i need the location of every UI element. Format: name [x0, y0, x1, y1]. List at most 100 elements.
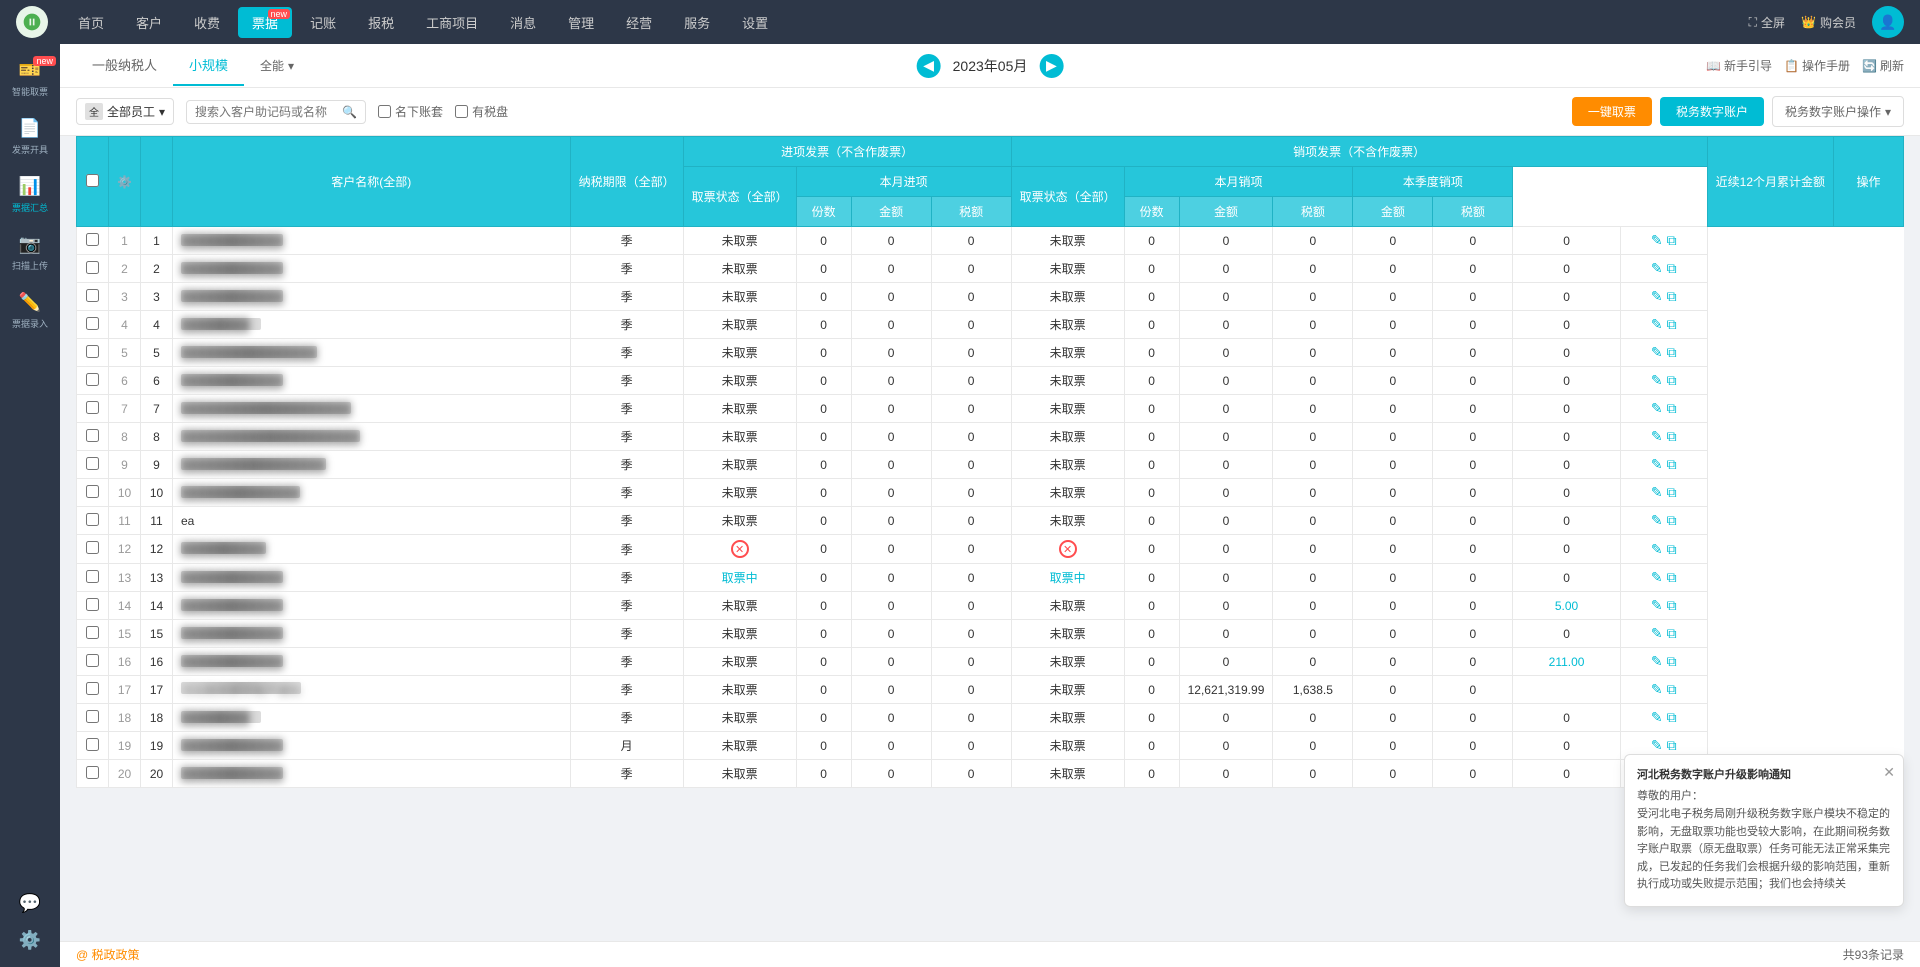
edit-icon[interactable]: ✎ [1651, 681, 1663, 698]
edit-icon[interactable]: ✎ [1651, 653, 1663, 670]
row-checkbox[interactable] [77, 227, 109, 255]
sidebar-item-scan[interactable]: 📷 扫描上传 [0, 226, 60, 280]
row-checkbox-input[interactable] [86, 598, 99, 611]
copy-icon[interactable]: ⧉ [1667, 541, 1677, 558]
checkbox-account-input[interactable] [378, 105, 391, 118]
edit-icon[interactable]: ✎ [1651, 260, 1663, 277]
row-checkbox[interactable] [77, 564, 109, 592]
copy-icon[interactable]: ⧉ [1667, 260, 1677, 277]
tab-all[interactable]: 全能 ▾ [244, 47, 310, 84]
row-checkbox[interactable] [77, 592, 109, 620]
row-checkbox-input[interactable] [86, 401, 99, 414]
row-checkbox[interactable] [77, 704, 109, 732]
settings-icon[interactable]: ⚙️ [117, 175, 132, 189]
nav-operation[interactable]: 经营 [612, 7, 666, 38]
search-box[interactable]: 🔍 [186, 100, 366, 124]
row-checkbox[interactable] [77, 732, 109, 760]
nav-home[interactable]: 首页 [64, 7, 118, 38]
nav-client[interactable]: 客户 [122, 7, 176, 38]
row-checkbox-input[interactable] [86, 513, 99, 526]
tax-ops-btn[interactable]: 税务数字账户操作 ▾ [1772, 96, 1904, 127]
tab-general[interactable]: 一般纳税人 [76, 45, 173, 86]
nav-settings[interactable]: 设置 [728, 7, 782, 38]
edit-icon[interactable]: ✎ [1651, 372, 1663, 389]
employee-filter[interactable]: 全 全部员工 ▾ [76, 98, 174, 125]
nav-service[interactable]: 服务 [670, 7, 724, 38]
nav-invoice[interactable]: 票据 new [238, 7, 292, 38]
manual-btn[interactable]: 📋 操作手册 [1784, 57, 1850, 74]
sidebar-item-open-invoice[interactable]: 📄 发票开具 [0, 110, 60, 164]
row-checkbox-input[interactable] [86, 261, 99, 274]
copy-icon[interactable]: ⧉ [1667, 372, 1677, 389]
sidebar-item-chat[interactable]: 💬 [15, 885, 45, 922]
edit-icon[interactable]: ✎ [1651, 737, 1663, 754]
copy-icon[interactable]: ⧉ [1667, 344, 1677, 361]
nav-message[interactable]: 消息 [496, 7, 550, 38]
row-checkbox-input[interactable] [86, 289, 99, 302]
sidebar-item-entry[interactable]: ✏️ 票据录入 [0, 284, 60, 338]
edit-icon[interactable]: ✎ [1651, 400, 1663, 417]
prev-month-btn[interactable]: ◀ [917, 54, 941, 78]
member-btn[interactable]: 👑 购会员 [1801, 14, 1856, 31]
tax-account-btn[interactable]: 税务数字账户 [1660, 97, 1764, 126]
row-checkbox[interactable] [77, 311, 109, 339]
row-checkbox[interactable] [77, 760, 109, 788]
copy-icon[interactable]: ⧉ [1667, 625, 1677, 642]
row-checkbox-input[interactable] [86, 317, 99, 330]
one-click-btn[interactable]: 一键取票 [1572, 97, 1652, 126]
nav-business[interactable]: 工商项目 [412, 7, 492, 38]
edit-icon[interactable]: ✎ [1651, 597, 1663, 614]
checkbox-account[interactable]: 名下账套 [378, 103, 443, 120]
edit-icon[interactable]: ✎ [1651, 232, 1663, 249]
copy-icon[interactable]: ⧉ [1667, 653, 1677, 670]
edit-icon[interactable]: ✎ [1651, 709, 1663, 726]
copy-icon[interactable]: ⧉ [1667, 512, 1677, 529]
row-checkbox[interactable] [77, 507, 109, 535]
copy-icon[interactable]: ⧉ [1667, 709, 1677, 726]
row-checkbox[interactable] [77, 451, 109, 479]
row-checkbox-input[interactable] [86, 570, 99, 583]
copy-icon[interactable]: ⧉ [1667, 316, 1677, 333]
edit-icon[interactable]: ✎ [1651, 625, 1663, 642]
user-avatar[interactable]: 👤 [1872, 6, 1904, 38]
nav-bookkeeping[interactable]: 记账 [296, 7, 350, 38]
copy-icon[interactable]: ⧉ [1667, 456, 1677, 473]
row-checkbox-input[interactable] [86, 457, 99, 470]
row-checkbox-input[interactable] [86, 233, 99, 246]
row-checkbox[interactable] [77, 423, 109, 451]
row-checkbox-input[interactable] [86, 345, 99, 358]
refresh-btn[interactable]: 🔄 刷新 [1862, 57, 1904, 74]
row-checkbox-input[interactable] [86, 626, 99, 639]
edit-icon[interactable]: ✎ [1651, 569, 1663, 586]
copy-icon[interactable]: ⧉ [1667, 400, 1677, 417]
checkbox-tax-disk[interactable]: 有税盘 [455, 103, 508, 120]
edit-icon[interactable]: ✎ [1651, 456, 1663, 473]
row-checkbox[interactable] [77, 620, 109, 648]
copy-icon[interactable]: ⧉ [1667, 484, 1677, 501]
row-checkbox-input[interactable] [86, 766, 99, 779]
next-month-btn[interactable]: ▶ [1039, 54, 1063, 78]
row-checkbox[interactable] [77, 255, 109, 283]
tab-small-scale[interactable]: 小规模 [173, 45, 244, 86]
row-checkbox-input[interactable] [86, 541, 99, 554]
copy-icon[interactable]: ⧉ [1667, 681, 1677, 698]
edit-icon[interactable]: ✎ [1651, 512, 1663, 529]
nav-manage[interactable]: 管理 [554, 7, 608, 38]
copy-icon[interactable]: ⧉ [1667, 569, 1677, 586]
row-checkbox[interactable] [77, 339, 109, 367]
search-input[interactable] [195, 105, 338, 119]
new-guide-btn[interactable]: 📖 新手引导 [1706, 57, 1772, 74]
row-checkbox[interactable] [77, 648, 109, 676]
row-checkbox-input[interactable] [86, 485, 99, 498]
row-checkbox[interactable] [77, 367, 109, 395]
edit-icon[interactable]: ✎ [1651, 344, 1663, 361]
copy-icon[interactable]: ⧉ [1667, 288, 1677, 305]
row-checkbox-input[interactable] [86, 429, 99, 442]
sidebar-item-smart-ticket[interactable]: 🎫 new 智能取票 [0, 52, 60, 106]
row-checkbox[interactable] [77, 676, 109, 704]
row-checkbox-input[interactable] [86, 373, 99, 386]
edit-icon[interactable]: ✎ [1651, 288, 1663, 305]
row-checkbox[interactable] [77, 479, 109, 507]
row-checkbox[interactable] [77, 535, 109, 564]
copy-icon[interactable]: ⧉ [1667, 232, 1677, 249]
